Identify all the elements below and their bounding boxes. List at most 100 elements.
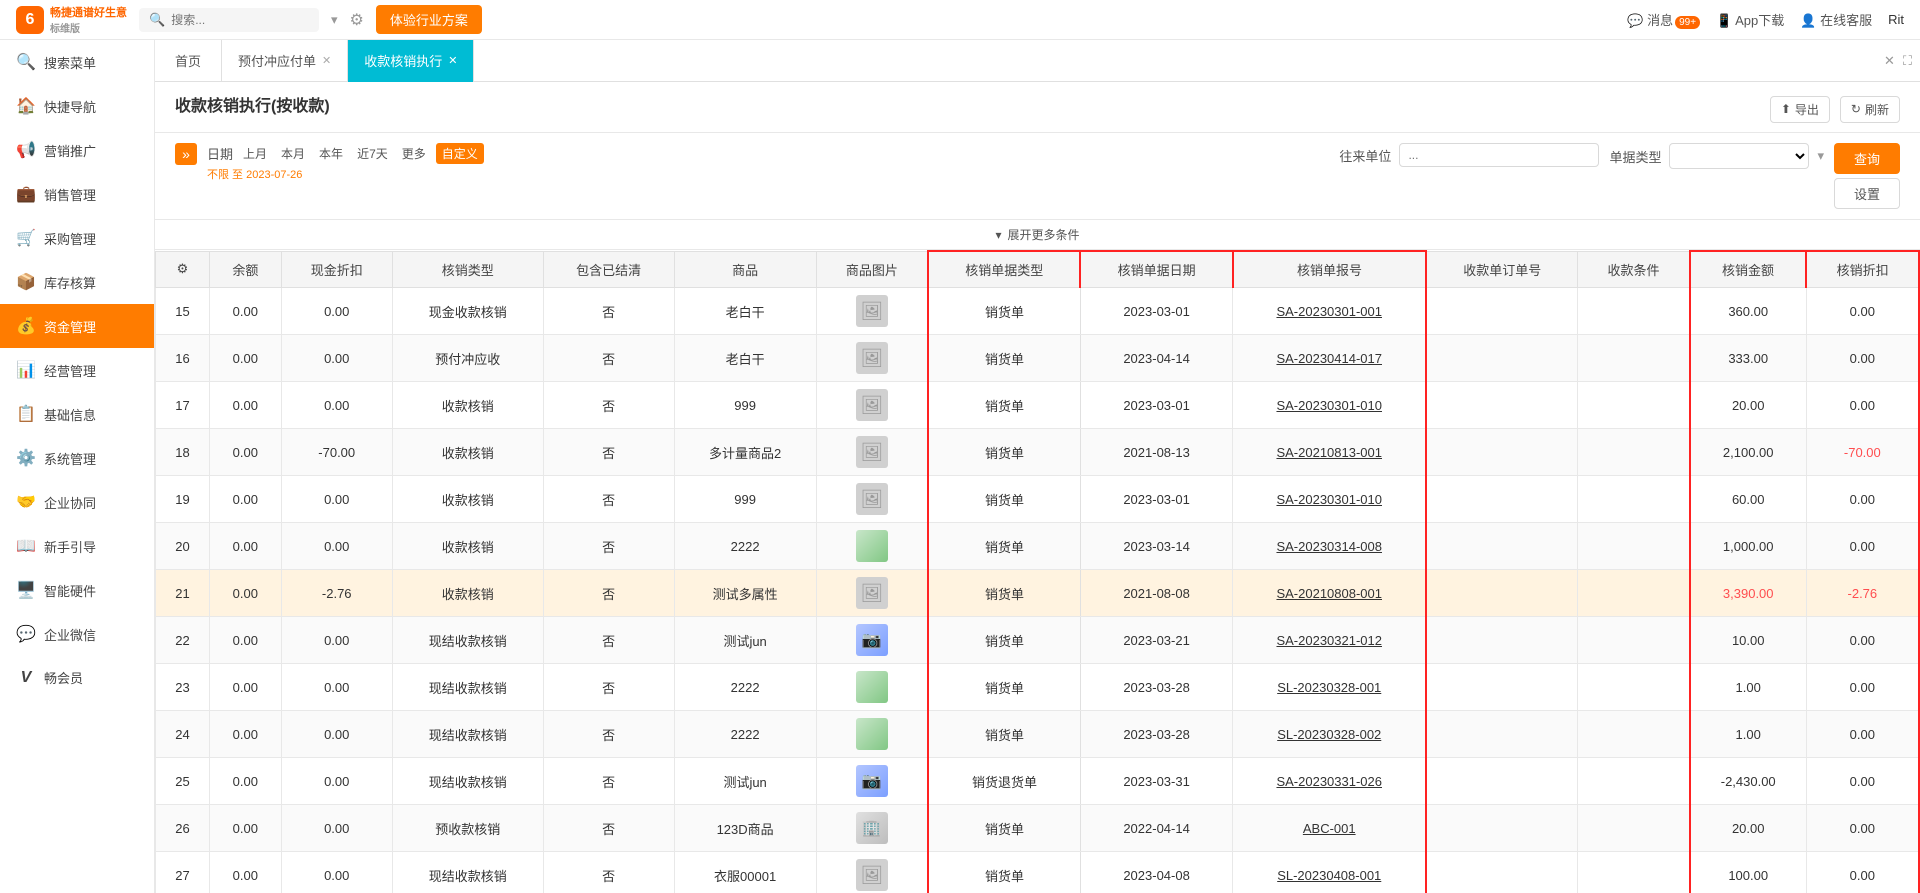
cell-cash-discount: 0.00	[281, 664, 392, 711]
industry-btn[interactable]: 体验行业方案	[376, 5, 482, 34]
sidebar-item-hardware[interactable]: 🖥️ 智能硬件	[0, 568, 154, 612]
cell-cancel-bill-no[interactable]: ABC-001	[1233, 805, 1426, 852]
message-icon[interactable]: 💬 消息99+	[1627, 10, 1700, 29]
tab-prepay[interactable]: 预付冲应付单 ✕	[222, 40, 348, 82]
tab-receipt[interactable]: 收款核销执行 ✕	[348, 40, 474, 82]
app-download[interactable]: 📱 App下载	[1716, 10, 1784, 29]
bill-type-chevron: ▾	[1817, 148, 1824, 164]
cell-cancel-bill-no[interactable]: SA-20230321-012	[1233, 617, 1426, 664]
sidebar-label-marketing: 营销推广	[44, 141, 96, 160]
cell-goods-image: 📷	[816, 758, 928, 805]
tab-prepay-close[interactable]: ✕	[322, 54, 331, 67]
cell-cancel-bill-no[interactable]: SA-20230331-026	[1233, 758, 1426, 805]
cell-cancel-bill-no[interactable]: SA-20230301-001	[1233, 288, 1426, 335]
sidebar-item-guide[interactable]: 📖 新手引导	[0, 524, 154, 568]
cell-seq: 22	[156, 617, 210, 664]
sidebar-item-quick[interactable]: 🏠 快捷导航	[0, 84, 154, 128]
top-search[interactable]: 🔍	[139, 8, 319, 32]
cell-cancel-bill-type: 销货单	[928, 570, 1080, 617]
cell-cancel-bill-type: 销货单	[928, 664, 1080, 711]
date-btn-this-year[interactable]: 本年	[315, 143, 347, 164]
cell-cancel-discount: 0.00	[1806, 288, 1919, 335]
date-btn-this-month[interactable]: 本月	[277, 143, 309, 164]
cell-balance: 0.00	[210, 288, 282, 335]
date-btn-last-month[interactable]: 上月	[239, 143, 271, 164]
cell-cancel-bill-no[interactable]: SA-20210813-001	[1233, 429, 1426, 476]
gear-icon[interactable]: ⚙	[350, 10, 364, 30]
tab-window-close-icon[interactable]: ✕	[1884, 53, 1895, 69]
cell-receipt-condition	[1578, 523, 1690, 570]
cell-cancel-bill-no[interactable]: SL-20230328-002	[1233, 711, 1426, 758]
sidebar-item-inventory[interactable]: 📦 库存核算	[0, 260, 154, 304]
cell-cancel-discount: -2.76	[1806, 570, 1919, 617]
sidebar-item-sales[interactable]: 💼 销售管理	[0, 172, 154, 216]
cell-receipt-order	[1426, 523, 1578, 570]
sidebar-item-purchase[interactable]: 🛒 采购管理	[0, 216, 154, 260]
cell-cancel-bill-date: 2023-03-31	[1080, 758, 1232, 805]
cell-cancel-bill-no[interactable]: SL-20230328-001	[1233, 664, 1426, 711]
date-btn-7days[interactable]: 近7天	[353, 143, 392, 164]
cell-cancel-amount: 100.00	[1690, 852, 1806, 893]
cell-receipt-order	[1426, 382, 1578, 429]
cell-cancel-amount: 360.00	[1690, 288, 1806, 335]
query-btn[interactable]: 查询	[1834, 143, 1900, 174]
cell-goods: 老白干	[674, 288, 816, 335]
refresh-icon: ↻	[1851, 102, 1861, 116]
cell-include-settled: 否	[543, 758, 674, 805]
app-name: 畅捷通谱好生意	[50, 4, 127, 20]
export-btn[interactable]: ⬆ 导出	[1770, 96, 1830, 123]
refresh-btn[interactable]: ↻ 刷新	[1840, 96, 1900, 123]
tab-expand-icon[interactable]: ⛶	[1903, 53, 1912, 69]
cell-seq: 24	[156, 711, 210, 758]
sidebar-item-operations[interactable]: 📊 经营管理	[0, 348, 154, 392]
bill-type-select[interactable]	[1669, 143, 1809, 169]
tab-receipt-close[interactable]: ✕	[448, 54, 457, 67]
cell-cancel-bill-no[interactable]: SA-20210808-001	[1233, 570, 1426, 617]
sidebar-label-finance: 资金管理	[44, 317, 96, 336]
search-icon: 🔍	[149, 12, 165, 28]
from-unit-input[interactable]	[1399, 143, 1599, 167]
online-service[interactable]: 👤 在线客服	[1800, 10, 1872, 29]
sidebar-item-collab[interactable]: 🤝 企业协同	[0, 480, 154, 524]
sidebar-item-search[interactable]: 🔍 搜索菜单	[0, 40, 154, 84]
table-row: 260.000.00预收款核销否123D商品🏢销货单2022-04-14ABC-…	[156, 805, 1920, 852]
cell-goods: 2222	[674, 711, 816, 758]
cell-cancel-bill-date: 2022-04-14	[1080, 805, 1232, 852]
cell-cancel-type: 收款核销	[392, 382, 543, 429]
cell-cancel-amount: 333.00	[1690, 335, 1806, 382]
collab-icon: 🤝	[16, 492, 36, 512]
cell-seq: 19	[156, 476, 210, 523]
cell-include-settled: 否	[543, 664, 674, 711]
tab-home[interactable]: 首页	[155, 40, 222, 82]
cell-seq: 20	[156, 523, 210, 570]
sidebar-label-member: 畅会员	[44, 668, 83, 687]
date-btn-custom[interactable]: 自定义	[436, 143, 484, 164]
sidebar-item-marketing[interactable]: 📢 营销推广	[0, 128, 154, 172]
operations-icon: 📊	[16, 360, 36, 380]
cell-cancel-bill-no[interactable]: SA-20230301-010	[1233, 382, 1426, 429]
table-row: 230.000.00现结收款核销否2222销货单2023-03-28SL-202…	[156, 664, 1920, 711]
setting-btn[interactable]: 设置	[1834, 178, 1900, 209]
top-search-input[interactable]	[171, 13, 291, 27]
cell-cancel-bill-no[interactable]: SA-20230301-010	[1233, 476, 1426, 523]
expand-more-btn[interactable]: ▾ 展开更多条件	[989, 220, 1085, 249]
sidebar-item-basic[interactable]: 📋 基础信息	[0, 392, 154, 436]
cell-cash-discount: 0.00	[281, 852, 392, 893]
cell-goods: 999	[674, 476, 816, 523]
col-cancel-bill-date: 核销单据日期	[1080, 251, 1232, 288]
cell-cancel-bill-no[interactable]: SA-20230414-017	[1233, 335, 1426, 382]
sidebar-item-wechat[interactable]: 💬 企业微信	[0, 612, 154, 656]
date-btn-more[interactable]: 更多	[398, 143, 430, 164]
cell-cancel-type: 现结收款核销	[392, 758, 543, 805]
cell-cancel-bill-type: 销货退货单	[928, 758, 1080, 805]
sidebar-label-hardware: 智能硬件	[44, 581, 96, 600]
sidebar-item-system[interactable]: ⚙️ 系统管理	[0, 436, 154, 480]
table-container: ⚙ 余额 现金折扣 核销类型 包含已结清 商品 商品图片 核销单据类型 核销单据…	[155, 250, 1920, 893]
cell-include-settled: 否	[543, 711, 674, 758]
filter-expand-btn[interactable]: »	[175, 143, 197, 165]
cell-receipt-condition	[1578, 664, 1690, 711]
sidebar-item-finance[interactable]: 💰 资金管理	[0, 304, 154, 348]
cell-cancel-bill-no[interactable]: SL-20230408-001	[1233, 852, 1426, 893]
cell-cancel-bill-no[interactable]: SA-20230314-008	[1233, 523, 1426, 570]
sidebar-item-member[interactable]: V 畅会员	[0, 656, 154, 699]
